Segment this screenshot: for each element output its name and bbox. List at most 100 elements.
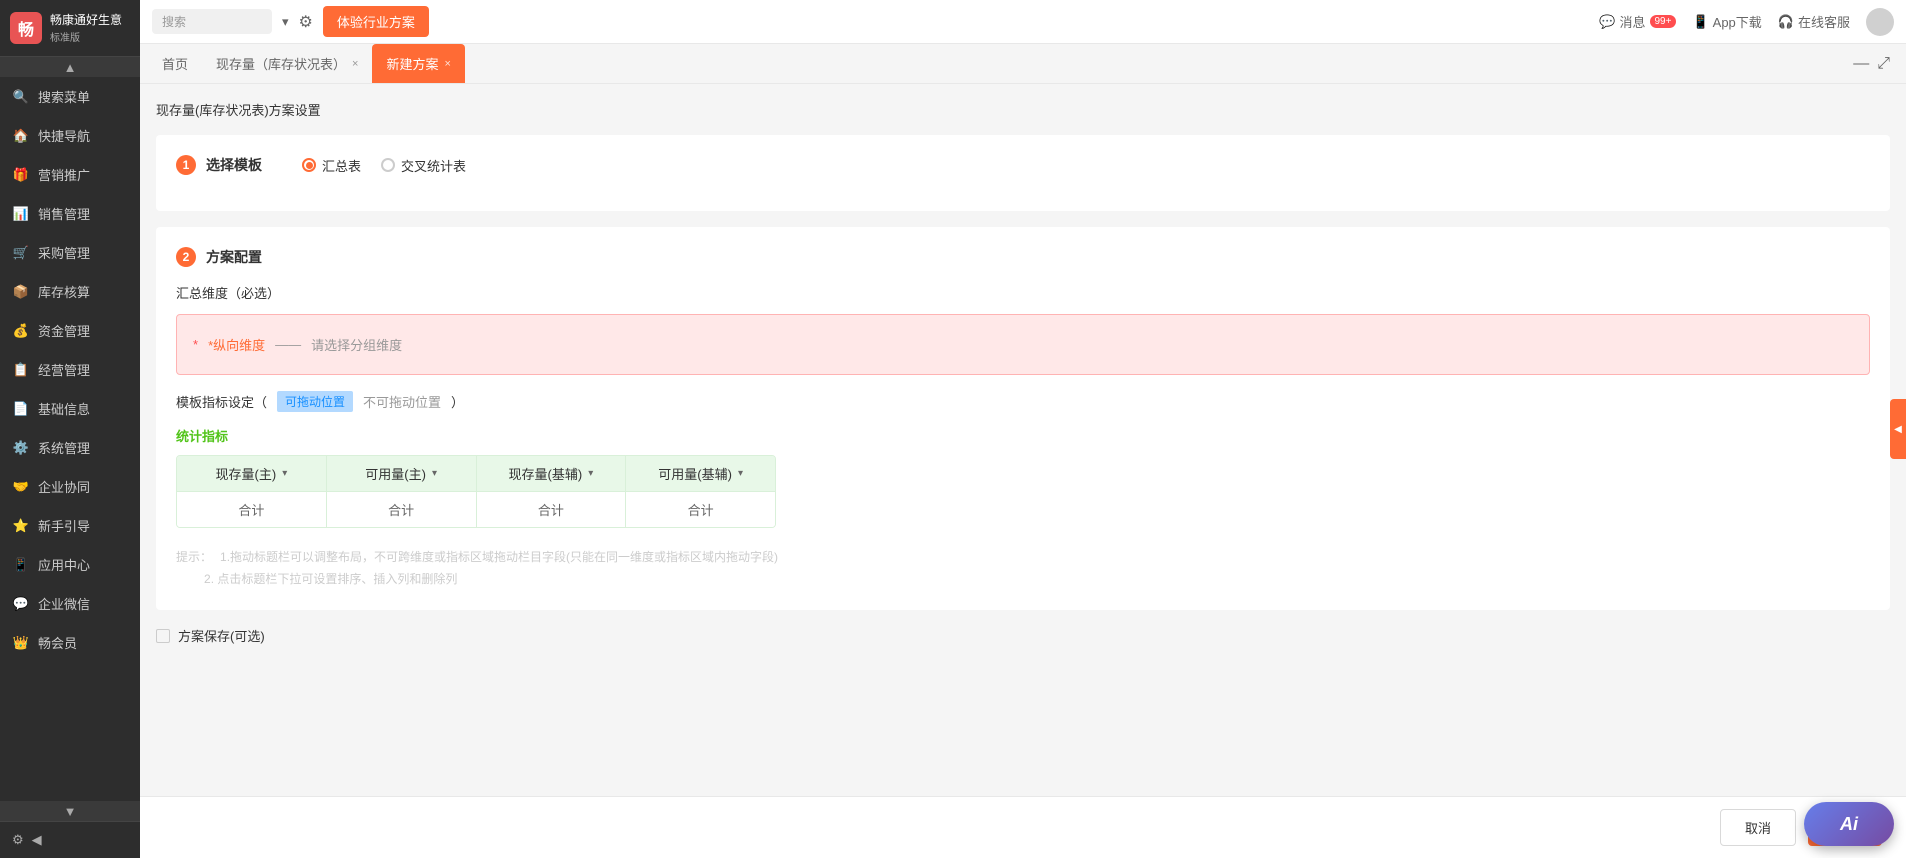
stats-cell-0-0: 合计 xyxy=(177,492,327,527)
sidebar-item-system[interactable]: ⚙️ 系统管理 xyxy=(0,428,140,467)
radio-summary[interactable]: 汇总表 xyxy=(302,156,361,175)
sidebar-footer: ⚙ ◀ xyxy=(0,821,140,858)
tab-inventory-status[interactable]: 现存量（库存状况表） × xyxy=(202,44,372,83)
search-box[interactable]: 搜索 xyxy=(152,9,272,34)
sidebar-item-finance[interactable]: 💰 资金管理 xyxy=(0,311,140,350)
dimension-required-star: * xyxy=(193,337,198,352)
tab-new-solution-close-icon[interactable]: × xyxy=(444,58,450,70)
dimension-row: * *纵向维度 —— 请选择分组维度 xyxy=(193,335,1853,354)
section2-header: 2 方案配置 xyxy=(176,247,1870,267)
sidebar-item-app-center[interactable]: 📱 应用中心 xyxy=(0,545,140,584)
stats-section-title: 统计指标 xyxy=(176,426,1870,445)
cancel-button[interactable]: 取消 xyxy=(1720,809,1796,846)
chevron-down-icon-3: ▾ xyxy=(738,468,743,479)
stats-header-current-base[interactable]: 现存量(基辅) ▾ xyxy=(477,456,627,491)
sidebar-item-member[interactable]: 👑 畅会员 xyxy=(0,623,140,662)
app-download-item[interactable]: 📱 App下载 xyxy=(1692,12,1761,31)
sidebar-scroll-up[interactable]: ▲ xyxy=(0,57,140,77)
sidebar-item-operation[interactable]: 📋 经营管理 xyxy=(0,350,140,389)
stats-header-current-main[interactable]: 现存量(主) ▾ xyxy=(177,456,327,491)
save-checkbox[interactable] xyxy=(156,629,170,643)
radio-cross[interactable]: 交叉统计表 xyxy=(381,156,466,175)
hint-item-0: 提示： 1.拖动标题栏可以调整布局，不可跨维度或指标区域拖动栏目字段(只能在同一… xyxy=(176,547,1870,569)
dropdown-icon[interactable]: ▾ xyxy=(282,14,289,30)
page-content: 现存量(库存状况表)方案设置 1 选择模板 汇总表 交叉统计表 xyxy=(140,84,1906,858)
hint-section: 提示： 1.拖动标题栏可以调整布局，不可跨维度或指标区域拖动栏目字段(只能在同一… xyxy=(176,547,1870,590)
sidebar-item-marketing[interactable]: 🎁 营销推广 xyxy=(0,155,140,194)
minimize-icon[interactable]: — xyxy=(1853,55,1869,73)
headset-icon: 🎧 xyxy=(1778,14,1794,30)
stats-cell-0-2: 合计 xyxy=(477,492,627,527)
app-download-icon: 📱 xyxy=(1692,14,1708,30)
box-icon: 📦 xyxy=(12,283,30,301)
sidebar-item-search[interactable]: 🔍 搜索菜单 xyxy=(0,77,140,116)
online-service-item[interactable]: 🎧 在线客服 xyxy=(1778,12,1850,31)
topbar-settings-icon[interactable]: ⚙ xyxy=(299,12,313,32)
chevron-down-icon-0: ▾ xyxy=(282,468,287,479)
dimension-box[interactable]: * *纵向维度 —— 请选择分组维度 xyxy=(176,314,1870,375)
sidebar: 畅 畅康通好生意 标准版 ▲ 🔍 搜索菜单 🏠 快捷导航 🎁 营销推广 📊 销售… xyxy=(0,0,140,858)
section1-header: 1 选择模板 汇总表 交叉统计表 xyxy=(176,155,1870,175)
section-template: 1 选择模板 汇总表 交叉统计表 xyxy=(156,135,1890,211)
message-icon: 💬 xyxy=(1599,14,1615,30)
template-options: 汇总表 交叉统计表 xyxy=(302,156,466,175)
section1-number: 1 xyxy=(176,155,196,175)
hint-title: 提示： xyxy=(176,547,212,569)
topbar: 搜索 ▾ ⚙ 体验行业方案 💬 消息 99+ 📱 App下载 🎧 在线客服 xyxy=(140,0,1906,44)
message-item[interactable]: 💬 消息 99+ xyxy=(1599,12,1676,31)
chart-icon: 📊 xyxy=(12,205,30,223)
trial-button[interactable]: 体验行业方案 xyxy=(323,6,429,37)
stats-header-row: 现存量(主) ▾ 可用量(主) ▾ 现存量(基辅) ▾ 可用量(基辅) ▾ xyxy=(177,456,775,491)
sidebar-scroll-down[interactable]: ▼ xyxy=(0,801,140,821)
sidebar-item-basic[interactable]: 📄 基础信息 xyxy=(0,389,140,428)
handshake-icon: 🤝 xyxy=(12,478,30,496)
draggable-badge: 可拖动位置 xyxy=(277,391,353,412)
radio-summary-circle xyxy=(302,158,316,172)
stats-cell-0-3: 合计 xyxy=(626,492,775,527)
collapse-icon[interactable]: ◀ xyxy=(32,832,42,848)
section-config: 2 方案配置 汇总维度（必选） * *纵向维度 —— 请选择分组维度 模板指标设… xyxy=(156,227,1890,610)
radio-cross-circle xyxy=(381,158,395,172)
sidebar-item-newbie[interactable]: ⭐ 新手引导 xyxy=(0,506,140,545)
sidebar-item-sales[interactable]: 📊 销售管理 xyxy=(0,194,140,233)
stats-header-available-base[interactable]: 可用量(基辅) ▾ xyxy=(626,456,775,491)
crown-icon: 👑 xyxy=(12,634,30,652)
stats-body-row-0: 合计 合计 合计 合计 xyxy=(177,491,775,527)
stats-cell-0-1: 合计 xyxy=(327,492,477,527)
money-icon: 💰 xyxy=(12,322,30,340)
expand-icon[interactable]: ⤢ xyxy=(1877,55,1890,73)
sidebar-item-quick-nav[interactable]: 🏠 快捷导航 xyxy=(0,116,140,155)
tab-home[interactable]: 首页 xyxy=(148,44,202,83)
stats-header-available-main[interactable]: 可用量(主) ▾ xyxy=(327,456,477,491)
settings-icon[interactable]: ⚙ xyxy=(12,832,24,848)
tab-new-solution[interactable]: 新建方案 × xyxy=(372,44,464,83)
topbar-right: 💬 消息 99+ 📱 App下载 🎧 在线客服 xyxy=(1599,8,1894,36)
sidebar-item-enterprise-wechat[interactable]: 💬 企业微信 xyxy=(0,584,140,623)
mobile-icon: 📱 xyxy=(12,556,30,574)
chevron-down-icon-2: ▾ xyxy=(588,468,593,479)
indicator-setting: 模板指标设定（ 可拖动位置 不可拖动位置 ） xyxy=(176,391,1870,412)
page-title: 现存量(库存状况表)方案设置 xyxy=(156,100,1890,119)
home-icon: 🏠 xyxy=(12,127,30,145)
right-sidebar-handle[interactable]: ◀ xyxy=(1890,399,1906,459)
search-icon: 🔍 xyxy=(12,88,30,106)
section2-title: 方案配置 xyxy=(206,247,262,267)
sidebar-item-purchase[interactable]: 🛒 采购管理 xyxy=(0,233,140,272)
indicator-suffix: ） xyxy=(451,392,464,411)
gift-icon: 🎁 xyxy=(12,166,30,184)
section1-title: 选择模板 xyxy=(206,155,262,175)
wechat-icon: 💬 xyxy=(12,595,30,613)
tab-inventory-close-icon[interactable]: × xyxy=(352,58,358,70)
logo-icon: 畅 xyxy=(10,12,42,44)
hint-item-1: 2. 点击标题栏下拉可设置排序、插入列和删除列 xyxy=(176,569,1870,591)
avatar[interactable] xyxy=(1866,8,1894,36)
tabs-right-actions: — ⤢ xyxy=(1853,55,1898,73)
stats-table: 现存量(主) ▾ 可用量(主) ▾ 现存量(基辅) ▾ 可用量(基辅) ▾ xyxy=(176,455,776,528)
clipboard-icon: 📋 xyxy=(12,361,30,379)
doc-icon: 📄 xyxy=(12,400,30,418)
sidebar-item-inventory[interactable]: 📦 库存核算 xyxy=(0,272,140,311)
sidebar-item-enterprise[interactable]: 🤝 企业协同 xyxy=(0,467,140,506)
message-badge: 99+ xyxy=(1650,15,1677,28)
summary-dimension-label: 汇总维度（必选） xyxy=(176,283,1870,302)
ai-float-button[interactable]: Ai xyxy=(1804,802,1894,846)
